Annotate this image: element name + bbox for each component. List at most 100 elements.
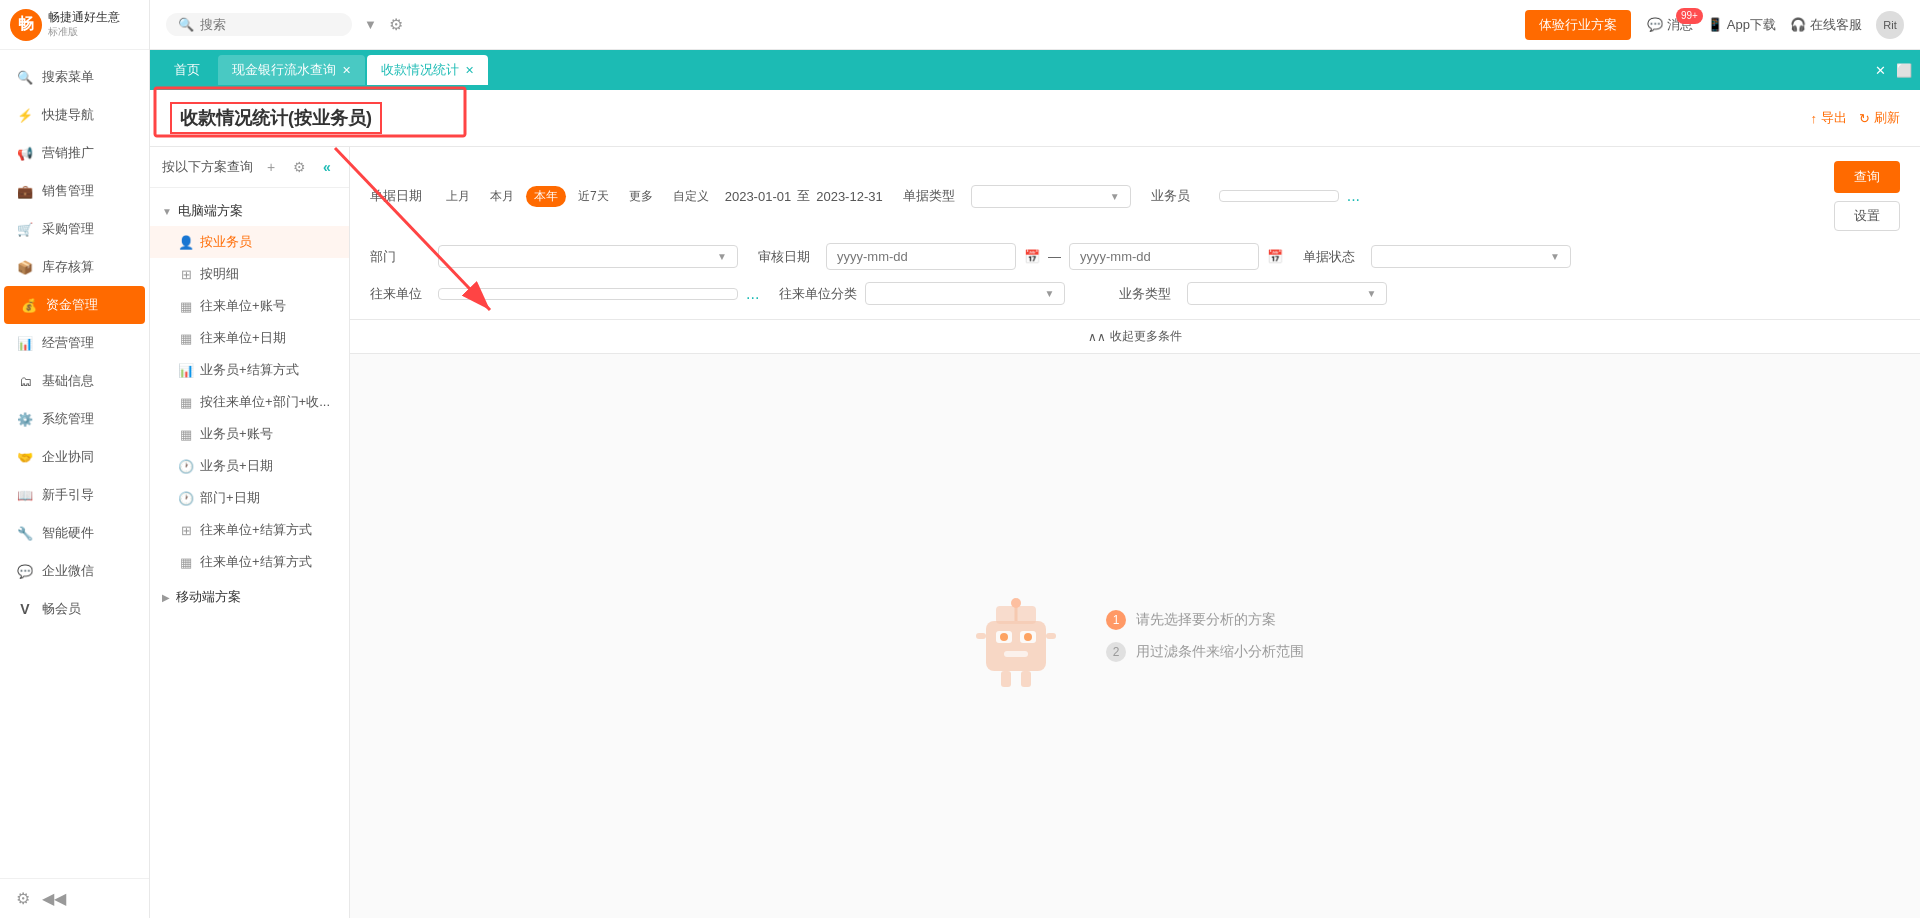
- svg-rect-0: [986, 621, 1046, 671]
- sidebar-item-sales[interactable]: 💼 销售管理: [0, 172, 149, 210]
- doc-status-arrow: ▼: [1550, 251, 1560, 262]
- dept-date-icon: 🕐: [178, 490, 194, 506]
- sidebar-item-marketing[interactable]: 📢 营销推广: [0, 134, 149, 172]
- plan-item-salesperson-method[interactable]: 📊 业务员+结算方式: [150, 354, 349, 386]
- vendor-more-button[interactable]: ...: [746, 285, 759, 303]
- topbar-search-box[interactable]: 🔍: [166, 13, 352, 36]
- topbar-settings-icon[interactable]: ⚙: [389, 15, 403, 34]
- collapse-sidebar-icon[interactable]: ◀◀: [42, 889, 66, 908]
- date-tab-custom[interactable]: 自定义: [665, 186, 717, 207]
- collapse-bar[interactable]: ∧∧ 收起更多条件: [350, 320, 1920, 354]
- tab-home[interactable]: 首页: [158, 55, 216, 85]
- doc-status-select[interactable]: ▼: [1371, 245, 1571, 268]
- date-tab-this-year[interactable]: 本年: [526, 186, 566, 207]
- plan-item-dept-date[interactable]: 🕐 部门+日期: [150, 482, 349, 514]
- plan-group-desktop-title[interactable]: ▼ 电脑端方案: [150, 196, 349, 226]
- trial-button[interactable]: 体验行业方案: [1525, 10, 1631, 40]
- tab-close-collection-stat[interactable]: ✕: [465, 64, 474, 77]
- audit-date-to[interactable]: [1069, 243, 1259, 270]
- doc-type-select[interactable]: ▼: [971, 185, 1131, 208]
- sales-icon: 💼: [16, 182, 34, 200]
- add-plan-button[interactable]: +: [261, 157, 281, 177]
- sidebar-item-system[interactable]: ⚙️ 系统管理: [0, 400, 149, 438]
- sidebar-item-quick-nav[interactable]: ⚡ 快捷导航: [0, 96, 149, 134]
- svg-point-4: [1024, 633, 1032, 641]
- filter-buttons: 查询 设置: [1834, 161, 1900, 231]
- date-tab-last-month[interactable]: 上月: [438, 186, 478, 207]
- vendor-cat-select[interactable]: ▼: [865, 282, 1065, 305]
- biz-type-arrow: ▼: [1366, 288, 1376, 299]
- export-button[interactable]: ↑ 导出: [1811, 109, 1848, 127]
- app-download-button[interactable]: 📱 App下载: [1707, 16, 1776, 34]
- plan-item-by-detail[interactable]: ⊞ 按明细: [150, 258, 349, 290]
- plan-group-mobile: ▶ 移动端方案: [150, 582, 349, 612]
- refresh-button[interactable]: ↻ 刷新: [1859, 109, 1900, 127]
- topbar-dropdown-icon[interactable]: ▼: [364, 17, 377, 32]
- salesperson-select[interactable]: [1219, 190, 1339, 202]
- tab-collection-stat[interactable]: 收款情况统计 ✕: [367, 55, 488, 85]
- tab-maximize-icon[interactable]: ⬜: [1896, 63, 1912, 78]
- sidebar-item-purchase[interactable]: 🛒 采购管理: [0, 210, 149, 248]
- plan-item-salesperson-account[interactable]: ▦ 业务员+账号: [150, 418, 349, 450]
- salesperson-more-button[interactable]: ...: [1347, 187, 1360, 205]
- setting-button[interactable]: 设置: [1834, 201, 1900, 231]
- finance-icon: 💰: [20, 296, 38, 314]
- filter-row-2: 部门 ▼ 审核日期 📅 — 📅: [370, 243, 1900, 270]
- dept-select[interactable]: ▼: [438, 245, 738, 268]
- topbar-right: 体验行业方案 💬 消息 99+ 📱 App下载 🎧 在线客服 Rit: [1525, 10, 1904, 40]
- sidebar-item-search-menu[interactable]: 🔍 搜索菜单: [0, 58, 149, 96]
- sidebar-item-hardware[interactable]: 🔧 智能硬件: [0, 514, 149, 552]
- filter-area: 单据日期 上月 本月 本年 近7天 更多 自定义 2023-01-01 至: [350, 147, 1920, 320]
- date-tab-this-month[interactable]: 本月: [482, 186, 522, 207]
- filter-biz-type-item: 业务类型 ▼: [1119, 282, 1439, 305]
- date-tab-more[interactable]: 更多: [621, 186, 661, 207]
- svg-rect-8: [1001, 671, 1011, 687]
- filter-salesperson-item: 业务员 ...: [1151, 187, 1360, 205]
- audit-date-from-cal-icon[interactable]: 📅: [1024, 249, 1040, 264]
- sidebar-item-vip[interactable]: V 畅会员: [0, 590, 149, 628]
- tab-close-all-icon[interactable]: ✕: [1875, 63, 1886, 78]
- message-button[interactable]: 💬 消息 99+: [1647, 16, 1693, 34]
- topbar-search-input[interactable]: [200, 17, 340, 32]
- date-tab-7days[interactable]: 近7天: [570, 186, 617, 207]
- page-title: 收款情况统计(按业务员): [170, 102, 382, 134]
- date-label: 单据日期: [370, 187, 430, 205]
- svg-rect-7: [1046, 633, 1056, 639]
- plan-item-vendor-account[interactable]: ▦ 往来单位+账号: [150, 290, 349, 322]
- plan-item-salesperson-date[interactable]: 🕐 业务员+日期: [150, 450, 349, 482]
- plan-settings-button[interactable]: ⚙: [289, 157, 309, 177]
- sidebar-item-operations[interactable]: 📊 经营管理: [0, 324, 149, 362]
- right-panel: 单据日期 上月 本月 本年 近7天 更多 自定义 2023-01-01 至: [350, 147, 1920, 918]
- settings-bottom-icon[interactable]: ⚙: [16, 889, 30, 908]
- query-button[interactable]: 查询: [1834, 161, 1900, 193]
- collapse-panel-button[interactable]: «: [317, 157, 337, 177]
- sidebar-item-guide[interactable]: 📖 新手引导: [0, 476, 149, 514]
- audit-date-to-cal-icon[interactable]: 📅: [1267, 249, 1283, 264]
- sidebar-item-enterprise[interactable]: 🤝 企业协同: [0, 438, 149, 476]
- sidebar-label-wechat: 企业微信: [42, 562, 94, 580]
- svg-rect-9: [1021, 671, 1031, 687]
- sidebar-item-inventory[interactable]: 📦 库存核算: [0, 248, 149, 286]
- sidebar-item-base[interactable]: 🗂 基础信息: [0, 362, 149, 400]
- doc-type-arrow: ▼: [1110, 191, 1120, 202]
- plan-item-vendor-date[interactable]: ▦ 往来单位+日期: [150, 322, 349, 354]
- plan-item-vendor-dept[interactable]: ▦ 按往来单位+部门+收...: [150, 386, 349, 418]
- filter-row-3: 往来单位 ... 往来单位分类 ▼ 业务类型: [370, 282, 1900, 305]
- biz-type-select[interactable]: ▼: [1187, 282, 1387, 305]
- audit-date-from[interactable]: [826, 243, 1016, 270]
- sidebar-bottom: ⚙ ◀◀: [0, 878, 149, 918]
- online-service-button[interactable]: 🎧 在线客服: [1790, 16, 1862, 34]
- user-avatar-button[interactable]: Rit: [1876, 11, 1904, 39]
- sidebar-item-finance[interactable]: 💰 资金管理: [4, 286, 145, 324]
- purchase-icon: 🛒: [16, 220, 34, 238]
- plan-item-by-salesperson[interactable]: 👤 按业务员: [150, 226, 349, 258]
- plan-group-mobile-title[interactable]: ▶ 移动端方案: [150, 582, 349, 612]
- plan-item-vendor-method1[interactable]: ⊞ 往来单位+结算方式: [150, 514, 349, 546]
- plan-item-vendor-method2[interactable]: ▦ 往来单位+结算方式: [150, 546, 349, 578]
- refresh-icon: ↻: [1859, 111, 1870, 126]
- vendor-account-icon: ▦: [178, 298, 194, 314]
- sidebar-item-wechat[interactable]: 💬 企业微信: [0, 552, 149, 590]
- tab-bank-flow[interactable]: 现金银行流水查询 ✕: [218, 55, 365, 85]
- vendor-select[interactable]: [438, 288, 738, 300]
- tab-close-bank-flow[interactable]: ✕: [342, 64, 351, 77]
